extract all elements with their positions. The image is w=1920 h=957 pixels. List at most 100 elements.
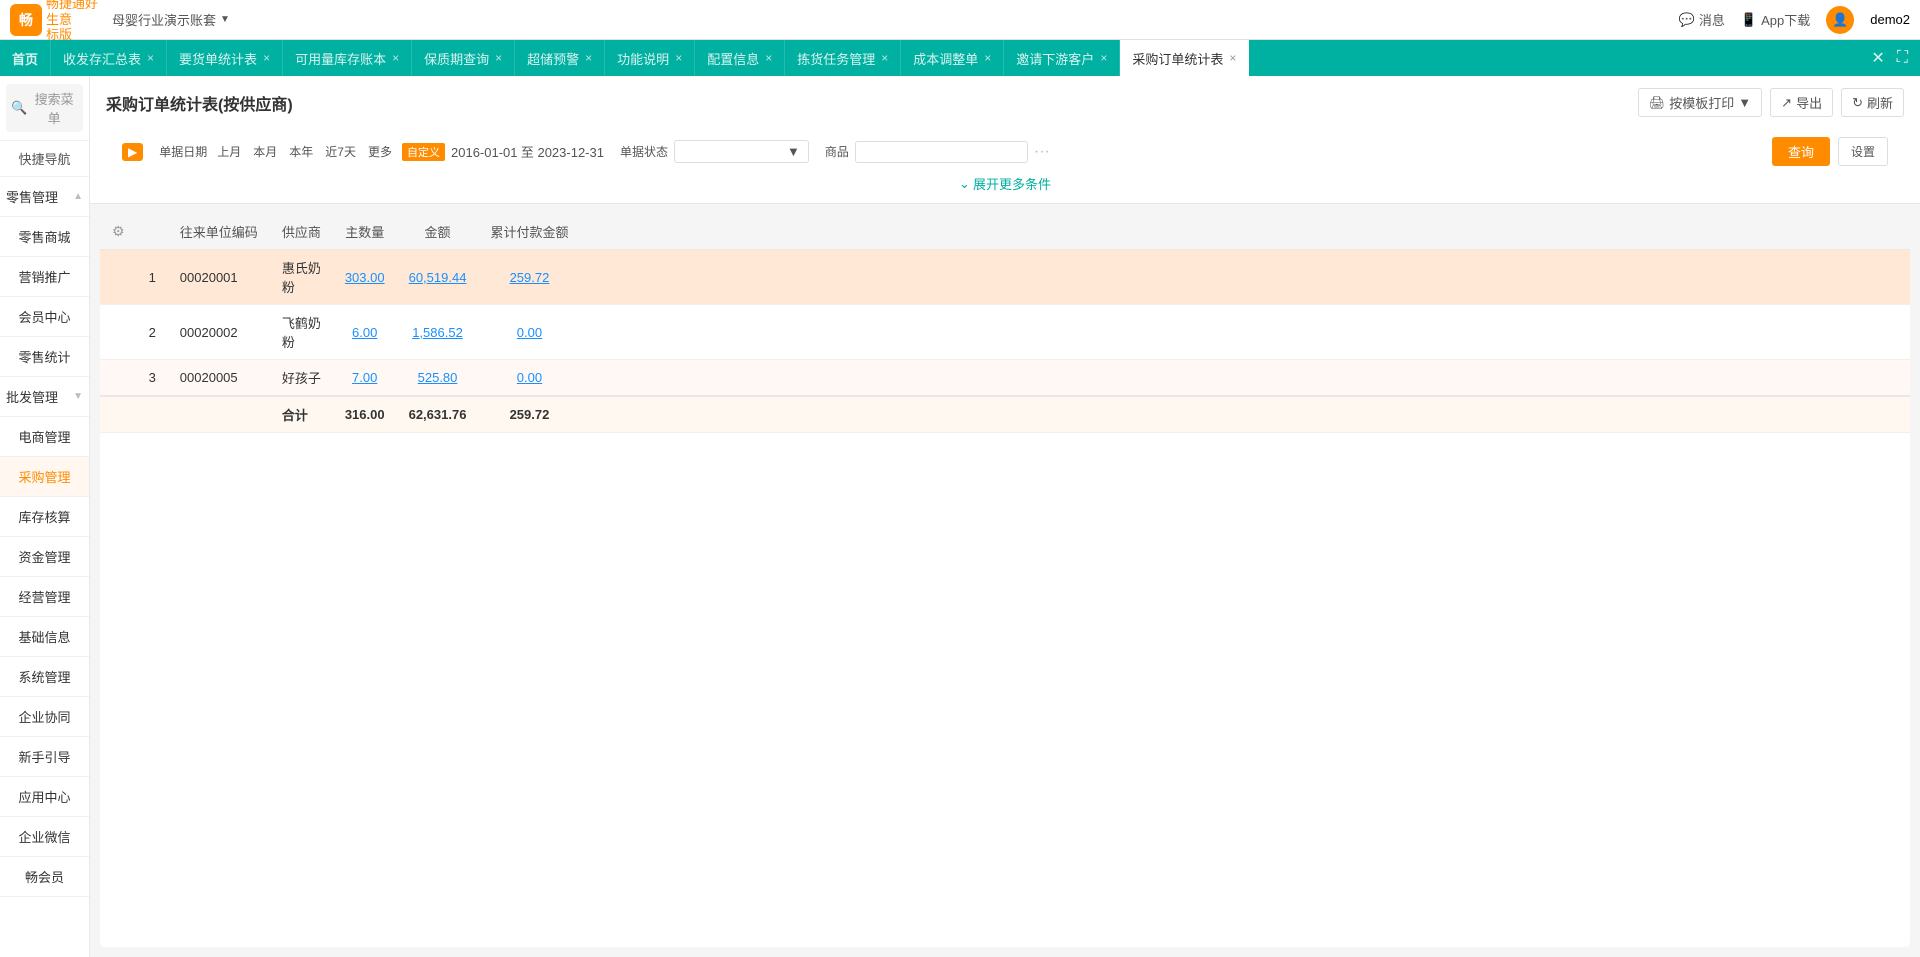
footer-qty: 316.00 <box>333 396 397 433</box>
top-bar: 畅 畅捷通好生意 标版 母婴行业演示账套 ▼ 💬 消息 📱 App下载 👤 de… <box>0 0 1920 40</box>
sidebar-item-member[interactable]: 会员中心 <box>0 297 89 337</box>
sidebar-item-newguide[interactable]: 新手引导 <box>0 737 89 777</box>
sidebar-item-retail[interactable]: 零售管理 ▲ <box>0 177 89 217</box>
tab-close-receive[interactable]: × <box>147 51 154 65</box>
search-menu-section: 🔍 搜索菜单 <box>0 76 89 141</box>
sidebar-item-purchase[interactable]: 采购管理 <box>0 457 89 497</box>
sidebar-item-vip[interactable]: 畅会员 <box>0 857 89 897</box>
goods-more-icon[interactable]: ··· <box>1034 143 1050 161</box>
row1-supplier: 惠氏奶粉 <box>270 250 333 305</box>
row3-paid: 0.00 <box>478 360 580 397</box>
row1-unit-code: 00020001 <box>168 250 270 305</box>
tab-close-function[interactable]: × <box>675 51 682 65</box>
tab-receive[interactable]: 收发存汇总表 × <box>51 40 167 76</box>
more-date-button[interactable]: 更多 <box>364 141 396 162</box>
tab-expand-button[interactable]: ⛶ <box>1893 49 1912 67</box>
sidebar-item-finance[interactable]: 资金管理 <box>0 537 89 577</box>
search-menu-button[interactable]: 🔍 搜索菜单 <box>6 84 83 132</box>
tab-purchase-stat[interactable]: 采购订单统计表 × <box>1120 40 1249 76</box>
expand-more-row: ⌄ 展开更多条件 <box>122 174 1888 193</box>
tab-close-purchase-stat[interactable]: × <box>1229 51 1236 65</box>
footer-label <box>168 396 270 433</box>
row1-spacer <box>580 250 1910 305</box>
col-spacer <box>580 214 1910 250</box>
message-icon: 💬 <box>1679 12 1695 28</box>
user-name[interactable]: demo2 <box>1870 12 1910 27</box>
this-month-button[interactable]: 本月 <box>249 141 281 162</box>
refresh-button[interactable]: ↻ 刷新 <box>1841 88 1904 117</box>
custom-date-tag[interactable]: 自定义 <box>402 143 445 161</box>
row2-unit-code: 00020002 <box>168 305 270 360</box>
col-paid: 累计付款金额 <box>478 214 580 250</box>
tab-bar: 首页 收发存汇总表 × 要货单统计表 × 可用量库存账本 × 保质期查询 × 超… <box>0 40 1920 76</box>
footer-spacer <box>580 396 1910 433</box>
sidebar-item-corpwx[interactable]: 企业微信 <box>0 817 89 857</box>
message-button[interactable]: 💬 消息 <box>1679 10 1725 29</box>
app-download-button[interactable]: 📱 App下载 <box>1741 10 1810 29</box>
tab-pick-task[interactable]: 拣货任务管理 × <box>785 40 901 76</box>
tab-close-order-stat[interactable]: × <box>263 51 270 65</box>
sidebar-item-ecommerce[interactable]: 电商管理 <box>0 417 89 457</box>
this-year-button[interactable]: 本年 <box>285 141 317 162</box>
table-row[interactable]: 1 00020001 惠氏奶粉 303.00 60,519.44 259.72 <box>100 250 1910 305</box>
main-layout: 🔍 搜索菜单 快捷导航 零售管理 ▲ 零售商城 营销推广 会员中心 零售统计 批… <box>0 76 1920 957</box>
col-unit-code: 往来单位编码 <box>168 214 270 250</box>
footer-amount: 62,631.76 <box>397 396 479 433</box>
row1-paid: 259.72 <box>478 250 580 305</box>
sidebar-item-appcenter[interactable]: 应用中心 <box>0 777 89 817</box>
filter-settings-button[interactable]: 设置 <box>1838 137 1888 166</box>
expand-more-button[interactable]: ⌄ 展开更多条件 <box>959 174 1051 193</box>
row1-amount: 60,519.44 <box>397 250 479 305</box>
last7-button[interactable]: 近7天 <box>321 141 360 162</box>
tab-expire[interactable]: 保质期查询 × <box>412 40 515 76</box>
page-header: 采购订单统计表(按供应商) 🖨 按模板打印 ▼ ↗ 导出 ↻ 刷新 <box>90 76 1920 204</box>
sidebar-item-basic[interactable]: 基础信息 <box>0 617 89 657</box>
tab-close-avail-stock[interactable]: × <box>392 51 399 65</box>
print-button[interactable]: 🖨 按模板打印 ▼ <box>1638 88 1762 117</box>
row1-settings <box>100 250 137 305</box>
last-month-button[interactable]: 上月 <box>213 141 245 162</box>
filter-toggle-button[interactable]: ▶ <box>122 143 143 161</box>
tab-avail-stock[interactable]: 可用量库存账本 × <box>283 40 412 76</box>
tab-close-overstock[interactable]: × <box>585 51 592 65</box>
sidebar-item-retail-store[interactable]: 零售商城 <box>0 217 89 257</box>
user-avatar[interactable]: 👤 <box>1826 6 1854 34</box>
tab-function[interactable]: 功能说明 × <box>605 40 695 76</box>
tab-close-cost-adj[interactable]: × <box>984 51 991 65</box>
page-title: 采购订单统计表(按供应商) <box>106 91 293 115</box>
tab-close-all-button[interactable]: ✕ <box>1867 48 1888 68</box>
tab-close-expire[interactable]: × <box>495 51 502 65</box>
row3-amount: 525.80 <box>397 360 479 397</box>
tab-cost-adj[interactable]: 成本调整单 × <box>901 40 1004 76</box>
sidebar-item-inventory[interactable]: 库存核算 <box>0 497 89 537</box>
query-button[interactable]: 查询 <box>1772 137 1830 166</box>
tab-invite[interactable]: 邀请下游客户 × <box>1004 40 1120 76</box>
logo-icon: 畅 <box>10 4 42 36</box>
tab-config[interactable]: 配置信息 × <box>695 40 785 76</box>
table-row[interactable]: 2 00020002 飞鹤奶粉 6.00 1,586.52 0.00 <box>100 305 1910 360</box>
tab-close-pick-task[interactable]: × <box>881 51 888 65</box>
sidebar-item-marketing[interactable]: 营销推广 <box>0 257 89 297</box>
tab-close-config[interactable]: × <box>765 51 772 65</box>
sidebar-item-wholesale[interactable]: 批发管理 ▼ <box>0 377 89 417</box>
sidebar-item-retail-stat[interactable]: 零售统计 <box>0 337 89 377</box>
table-row[interactable]: 3 00020005 好孩子 7.00 525.80 0.00 <box>100 360 1910 397</box>
tab-home[interactable]: 首页 <box>0 40 51 76</box>
printer-icon: 🖨 <box>1649 95 1666 111</box>
content-area: 采购订单统计表(按供应商) 🖨 按模板打印 ▼ ↗ 导出 ↻ 刷新 <box>90 76 1920 957</box>
row3-index: 3 <box>137 360 168 397</box>
sidebar-item-system[interactable]: 系统管理 <box>0 657 89 697</box>
status-select[interactable]: ▼ <box>674 140 809 163</box>
sidebar-item-collab[interactable]: 企业协同 <box>0 697 89 737</box>
store-selector[interactable]: 母婴行业演示账套 ▼ <box>112 10 1667 29</box>
sidebar: 🔍 搜索菜单 快捷导航 零售管理 ▲ 零售商城 营销推广 会员中心 零售统计 批… <box>0 76 90 957</box>
export-button[interactable]: ↗ 导出 <box>1770 88 1833 117</box>
status-label: 单据状态 <box>620 143 668 160</box>
tab-overstock[interactable]: 超储预警 × <box>515 40 605 76</box>
tab-close-invite[interactable]: × <box>1100 51 1107 65</box>
quick-nav-button[interactable]: 快捷导航 <box>0 141 89 177</box>
sidebar-item-operations[interactable]: 经营管理 <box>0 577 89 617</box>
goods-input[interactable] <box>855 141 1028 163</box>
column-settings-icon[interactable]: ⚙ <box>112 223 125 239</box>
tab-order-stat[interactable]: 要货单统计表 × <box>167 40 283 76</box>
